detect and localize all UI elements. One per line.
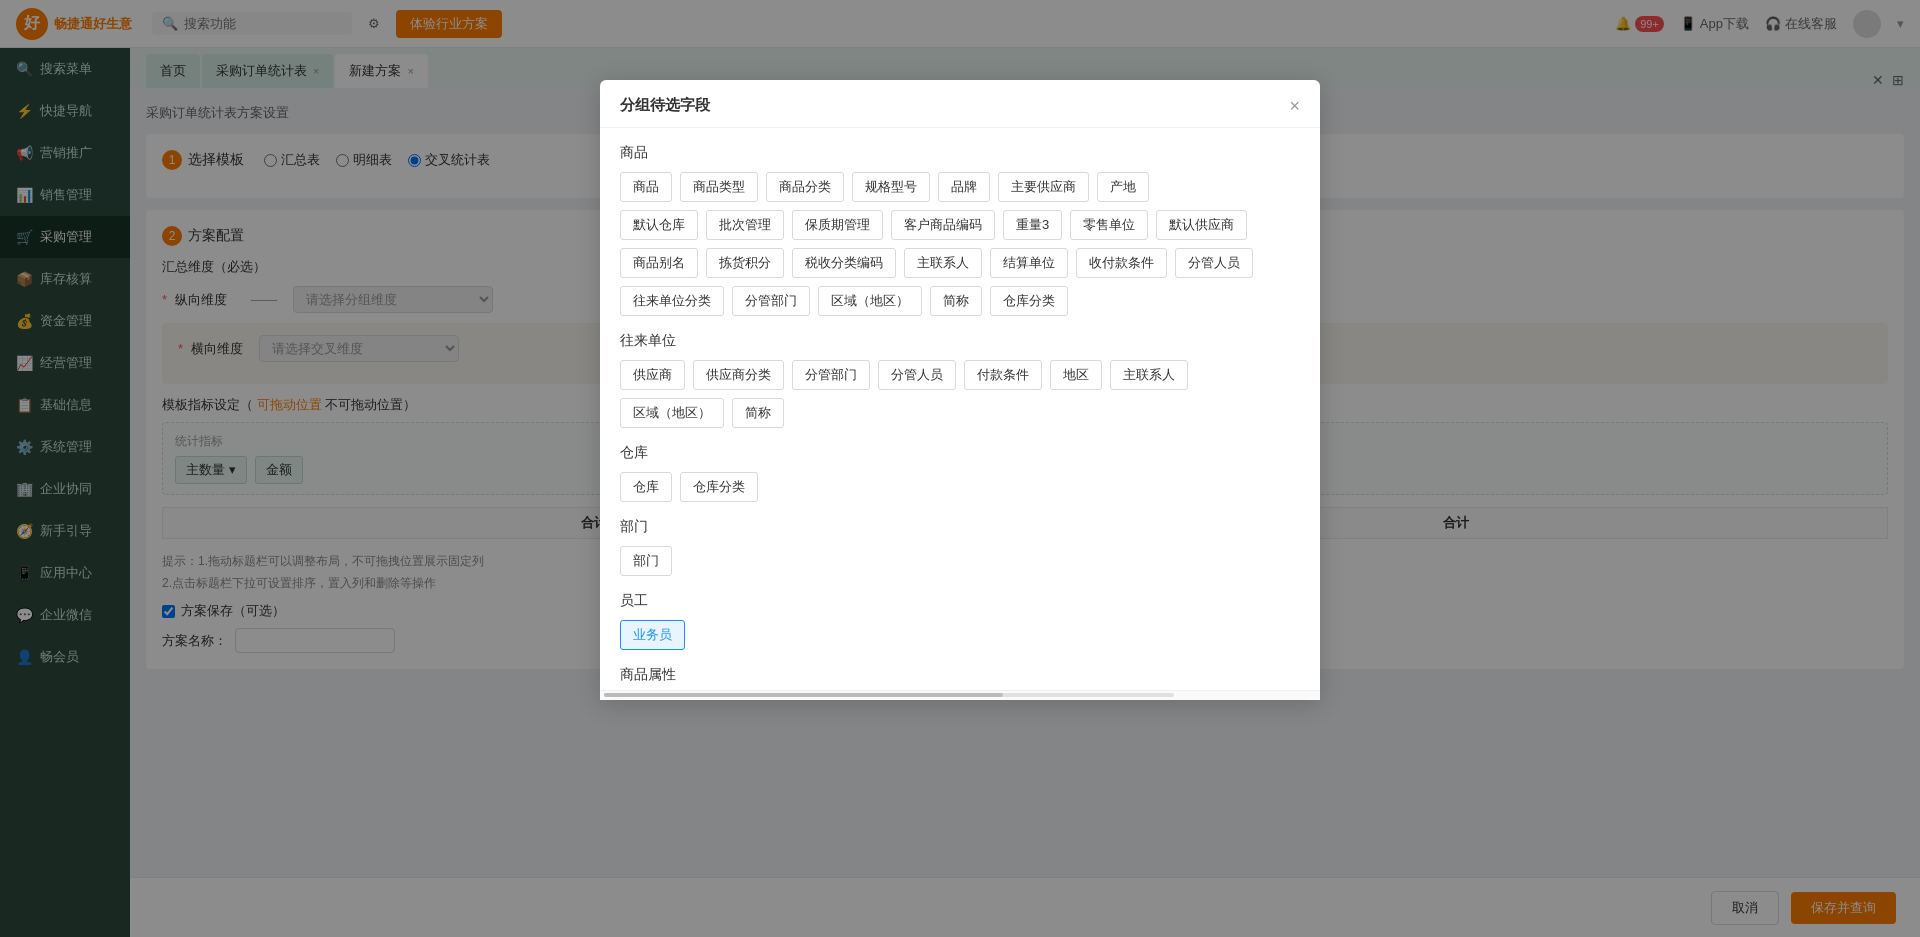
field-product[interactable]: 商品	[620, 172, 672, 202]
section-product-fields4: 往来单位分类 分管部门 区域（地区） 简称 仓库分类	[620, 286, 1300, 316]
field-product-type[interactable]: 商品类型	[680, 172, 758, 202]
section-product-attr-title: 商品属性	[620, 666, 1300, 684]
section-product-fields3: 商品别名 拣货积分 税收分类编码 主联系人 结算单位 收付款条件 分管人员	[620, 248, 1300, 278]
modal-header: 分组待选字段 ×	[600, 80, 1320, 128]
field-main-supplier[interactable]: 主要供应商	[998, 172, 1089, 202]
field-warehouse-cat[interactable]: 仓库分类	[680, 472, 758, 502]
field-partner-supervisor[interactable]: 分管人员	[878, 360, 956, 390]
field-main-contact-partner[interactable]: 主联系人	[1110, 360, 1188, 390]
section-dept-title: 部门	[620, 518, 1300, 536]
field-retail-unit[interactable]: 零售单位	[1070, 210, 1148, 240]
field-partner-category[interactable]: 往来单位分类	[620, 286, 724, 316]
section-product-fields: 商品 商品类型 商品分类 规格型号 品牌 主要供应商 产地	[620, 172, 1300, 202]
field-settlement-unit[interactable]: 结算单位	[990, 248, 1068, 278]
section-product-fields2: 默认仓库 批次管理 保质期管理 客户商品编码 重量3 零售单位 默认供应商	[620, 210, 1300, 240]
section-employee-fields: 业务员	[620, 620, 1300, 650]
field-payment-condition[interactable]: 付款条件	[964, 360, 1042, 390]
field-area[interactable]: 地区	[1050, 360, 1102, 390]
modal-title: 分组待选字段	[620, 96, 710, 115]
field-default-supplier[interactable]: 默认供应商	[1156, 210, 1247, 240]
field-product-alias[interactable]: 商品别名	[620, 248, 698, 278]
field-customer-code[interactable]: 客户商品编码	[891, 210, 995, 240]
section-warehouse-fields: 仓库 仓库分类	[620, 472, 1300, 502]
modal-body[interactable]: 商品 商品 商品类型 商品分类 规格型号 品牌 主要供应商 产地 默认仓库 批次…	[600, 128, 1320, 690]
field-salesperson[interactable]: 业务员	[620, 620, 685, 650]
field-expiry-mgmt[interactable]: 保质期管理	[792, 210, 883, 240]
field-default-warehouse[interactable]: 默认仓库	[620, 210, 698, 240]
field-main-contact[interactable]: 主联系人	[904, 248, 982, 278]
field-warehouse[interactable]: 仓库	[620, 472, 672, 502]
field-dept[interactable]: 分管部门	[732, 286, 810, 316]
field-abbr-partner[interactable]: 简称	[732, 398, 784, 428]
section-product-title: 商品	[620, 144, 1300, 162]
field-weight3[interactable]: 重量3	[1003, 210, 1062, 240]
modal-horizontal-scrollbar[interactable]	[600, 690, 1320, 700]
modal-close-button[interactable]: ×	[1289, 97, 1300, 115]
field-region-product[interactable]: 区域（地区）	[818, 286, 922, 316]
field-origin[interactable]: 产地	[1097, 172, 1149, 202]
field-brand[interactable]: 品牌	[938, 172, 990, 202]
field-supplier-category[interactable]: 供应商分类	[693, 360, 784, 390]
field-region-partner[interactable]: 区域（地区）	[620, 398, 724, 428]
field-batch-mgmt[interactable]: 批次管理	[706, 210, 784, 240]
field-spec-model[interactable]: 规格型号	[852, 172, 930, 202]
modal: 分组待选字段 × 商品 商品 商品类型 商品分类 规格型号 品牌 主要供应商 产…	[600, 80, 1320, 700]
section-partner-fields: 供应商 供应商分类 分管部门 分管人员 付款条件 地区 主联系人	[620, 360, 1300, 390]
field-warehouse-category[interactable]: 仓库分类	[990, 286, 1068, 316]
section-partner-title: 往来单位	[620, 332, 1300, 350]
field-supervisor[interactable]: 分管人员	[1175, 248, 1253, 278]
section-partner-fields2: 区域（地区） 简称	[620, 398, 1300, 428]
field-tax-code[interactable]: 税收分类编码	[792, 248, 896, 278]
section-dept-fields: 部门	[620, 546, 1300, 576]
section-warehouse-title: 仓库	[620, 444, 1300, 462]
field-department[interactable]: 部门	[620, 546, 672, 576]
field-picking-points[interactable]: 拣货积分	[706, 248, 784, 278]
overlay: 分组待选字段 × 商品 商品 商品类型 商品分类 规格型号 品牌 主要供应商 产…	[0, 0, 1920, 937]
field-supplier[interactable]: 供应商	[620, 360, 685, 390]
section-employee-title: 员工	[620, 592, 1300, 610]
field-product-category[interactable]: 商品分类	[766, 172, 844, 202]
field-abbr-product[interactable]: 简称	[930, 286, 982, 316]
field-payment-terms[interactable]: 收付款条件	[1076, 248, 1167, 278]
field-partner-dept[interactable]: 分管部门	[792, 360, 870, 390]
